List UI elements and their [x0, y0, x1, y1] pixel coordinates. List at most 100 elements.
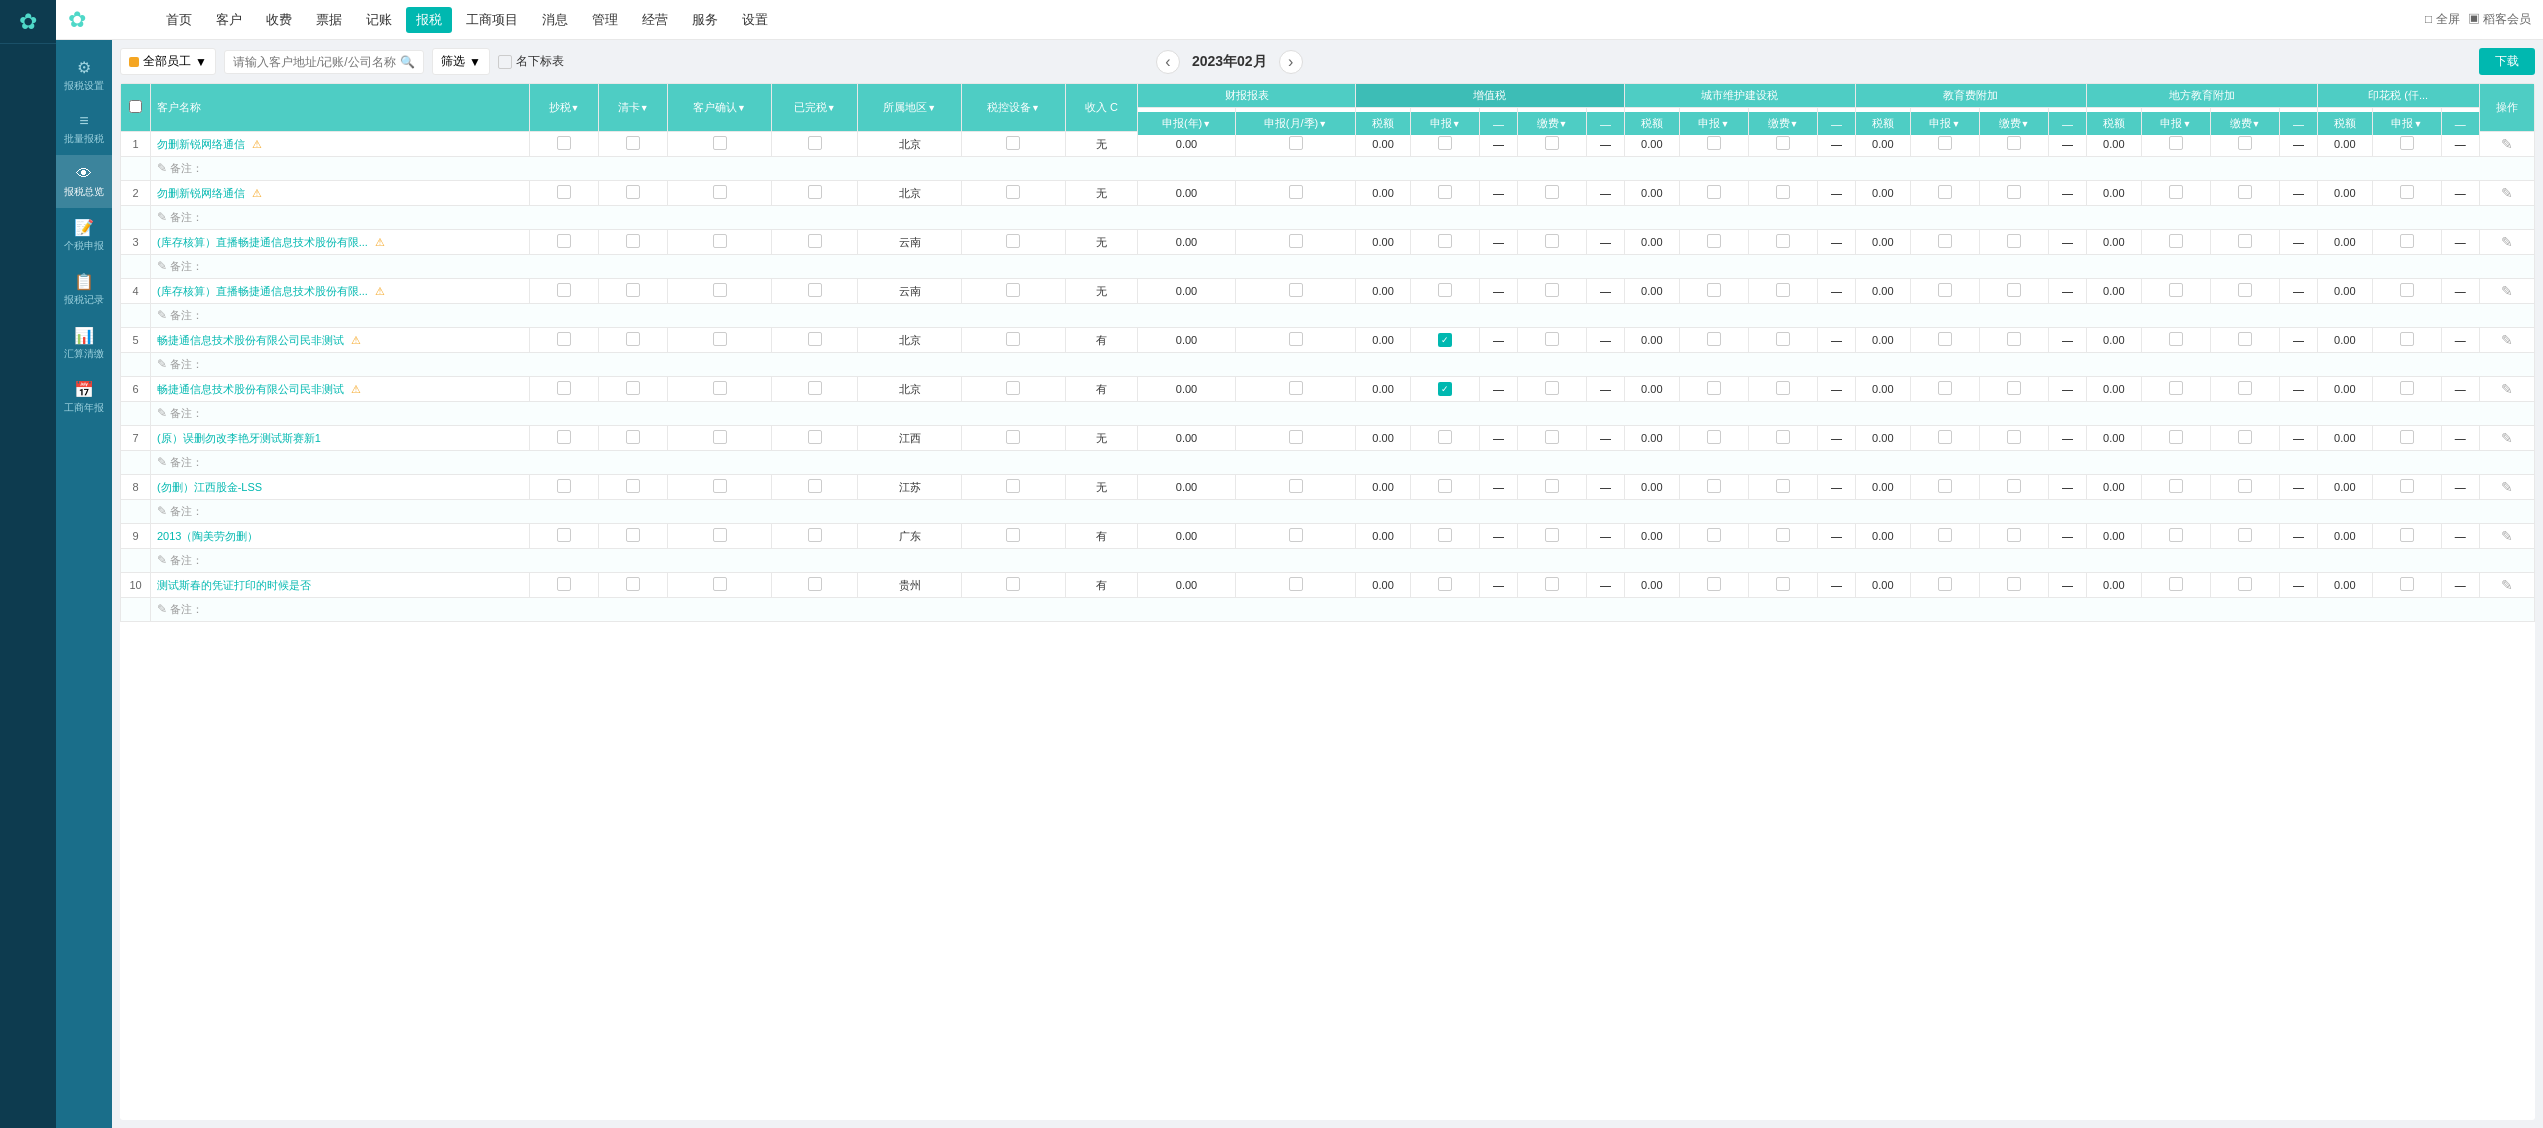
checkbox-cell[interactable] [2400, 528, 2414, 542]
local-fee-cell[interactable] [2210, 524, 2279, 549]
paid-cell[interactable] [771, 475, 857, 500]
search-box[interactable]: 🔍 [224, 50, 424, 74]
city-report-cell[interactable] [1679, 426, 1748, 451]
checkbox-cell[interactable] [713, 283, 727, 297]
device-cell[interactable] [962, 475, 1066, 500]
checkbox-cell[interactable] [2400, 283, 2414, 297]
clear-card-cell[interactable] [599, 573, 668, 598]
checkbox-cell[interactable] [1776, 381, 1790, 395]
checkbox-cell[interactable] [1545, 479, 1559, 493]
checkbox-cell[interactable] [1438, 283, 1452, 297]
edu-report-cell[interactable] [1910, 132, 1979, 157]
edu-report-cell[interactable] [1910, 573, 1979, 598]
checkbox-cell[interactable] [2007, 136, 2021, 150]
operation-cell[interactable]: ✎ [2479, 524, 2534, 549]
report-month-cell[interactable] [1235, 475, 1355, 500]
checkbox-cell[interactable] [2007, 332, 2021, 346]
paid-cell[interactable] [771, 279, 857, 304]
checkbox-cell[interactable] [1938, 185, 1952, 199]
stamp-report-cell[interactable] [2372, 573, 2441, 598]
confirm-cell[interactable] [668, 328, 772, 353]
checkbox-cell[interactable] [808, 430, 822, 444]
device-cell[interactable] [962, 426, 1066, 451]
checkbox-cell[interactable] [2400, 136, 2414, 150]
edu-fee-cell[interactable] [1979, 132, 2048, 157]
checkbox-cell[interactable] [713, 577, 727, 591]
city-fee-cell[interactable] [1748, 279, 1817, 304]
checkbox-cell[interactable] [1938, 136, 1952, 150]
checkbox-cell[interactable] [1707, 479, 1721, 493]
checkbox-cell[interactable] [808, 283, 822, 297]
confirm-cell[interactable] [668, 426, 772, 451]
clear-card-cell[interactable] [599, 132, 668, 157]
filter-button[interactable]: 筛选 ▼ [432, 48, 490, 75]
topnav-item-business[interactable]: 工商项目 [456, 7, 528, 33]
copy-tax-cell[interactable] [530, 132, 599, 157]
confirm-cell[interactable] [668, 475, 772, 500]
report-month-cell[interactable] [1235, 524, 1355, 549]
vat-report-cell[interactable] [1411, 230, 1480, 255]
topnav-item-operation[interactable]: 经营 [632, 7, 678, 33]
remark-text[interactable]: ✎ 备注： [151, 549, 2535, 573]
vat-fee-cell[interactable] [1517, 524, 1586, 549]
device-cell[interactable] [962, 230, 1066, 255]
checkbox-cell[interactable] [1438, 430, 1452, 444]
copy-tax-cell[interactable] [530, 524, 599, 549]
vat-fee-cell[interactable] [1517, 426, 1586, 451]
report-month-cell[interactable] [1235, 377, 1355, 402]
table-wrapper[interactable]: 客户名称 抄税▼ 清卡▼ 客户确认▼ 已完税▼ 所属地区▼ 税控设备▼ 收入 C… [120, 83, 2535, 1120]
checkbox-cell[interactable] [1438, 479, 1452, 493]
checkbox-cell[interactable] [557, 430, 571, 444]
checkbox-cell[interactable] [2169, 430, 2183, 444]
vat-fee-cell[interactable] [1517, 475, 1586, 500]
checkbox-cell[interactable] [2169, 283, 2183, 297]
customer-link[interactable]: (库存核算）直播畅捷通信息技术股份有限... [157, 285, 368, 297]
device-cell[interactable] [962, 328, 1066, 353]
checkbox-cell[interactable] [1776, 577, 1790, 591]
checkbox-cell[interactable] [1545, 577, 1559, 591]
paid-cell[interactable] [771, 524, 857, 549]
leftnav-item-annual-report[interactable]: 📅 工商年报 [56, 370, 112, 424]
vat-report-cell[interactable] [1411, 475, 1480, 500]
paid-cell[interactable] [771, 181, 857, 206]
city-fee-cell[interactable] [1748, 524, 1817, 549]
remark-text[interactable]: ✎ 备注： [151, 157, 2535, 181]
city-fee-cell[interactable] [1748, 328, 1817, 353]
edit-button[interactable]: ✎ [2501, 234, 2513, 250]
checkbox-cell[interactable] [626, 430, 640, 444]
checkbox-cell[interactable] [1006, 234, 1020, 248]
remark-text[interactable]: ✎ 备注： [151, 353, 2535, 377]
operation-cell[interactable]: ✎ [2479, 475, 2534, 500]
leftnav-item-tax-settings[interactable]: ⚙ 报税设置 [56, 48, 112, 102]
checkbox-cell[interactable] [713, 234, 727, 248]
edu-fee-cell[interactable] [1979, 573, 2048, 598]
vat-fee-cell[interactable] [1517, 328, 1586, 353]
checkbox-cell[interactable] [1006, 185, 1020, 199]
checkbox-cell[interactable] [1707, 332, 1721, 346]
edit-button[interactable]: ✎ [2501, 577, 2513, 593]
checkbox-cell[interactable] [2238, 381, 2252, 395]
edu-report-cell[interactable] [1910, 279, 1979, 304]
leftnav-item-personal-tax[interactable]: 📝 个税申报 [56, 208, 112, 262]
topnav-item-bookkeeping[interactable]: 记账 [356, 7, 402, 33]
checkbox-cell[interactable] [1707, 381, 1721, 395]
checkbox-cell[interactable] [808, 528, 822, 542]
checkbox-cell[interactable] [1006, 332, 1020, 346]
edu-report-cell[interactable] [1910, 524, 1979, 549]
stamp-report-cell[interactable] [2372, 328, 2441, 353]
city-report-cell[interactable] [1679, 279, 1748, 304]
customer-link[interactable]: (原）误删勿改李艳牙测试斯赛新1 [157, 432, 321, 444]
local-fee-cell[interactable] [2210, 377, 2279, 402]
checkbox-cell[interactable] [2169, 332, 2183, 346]
customer-link[interactable]: 2013（陶美劳勿删） [157, 530, 258, 542]
customer-link[interactable]: (库存核算）直播畅捷通信息技术股份有限... [157, 236, 368, 248]
checkbox-cell[interactable] [1776, 332, 1790, 346]
edit-button[interactable]: ✎ [2501, 332, 2513, 348]
checkbox-cell[interactable] [557, 577, 571, 591]
checkbox-cell[interactable] [2169, 577, 2183, 591]
checkbox-cell[interactable] [557, 528, 571, 542]
checkbox-cell[interactable] [1289, 528, 1303, 542]
leftnav-item-tax-record[interactable]: 📋 报税记录 [56, 262, 112, 316]
topnav-item-fee[interactable]: 收费 [256, 7, 302, 33]
checkbox-cell[interactable] [1776, 479, 1790, 493]
